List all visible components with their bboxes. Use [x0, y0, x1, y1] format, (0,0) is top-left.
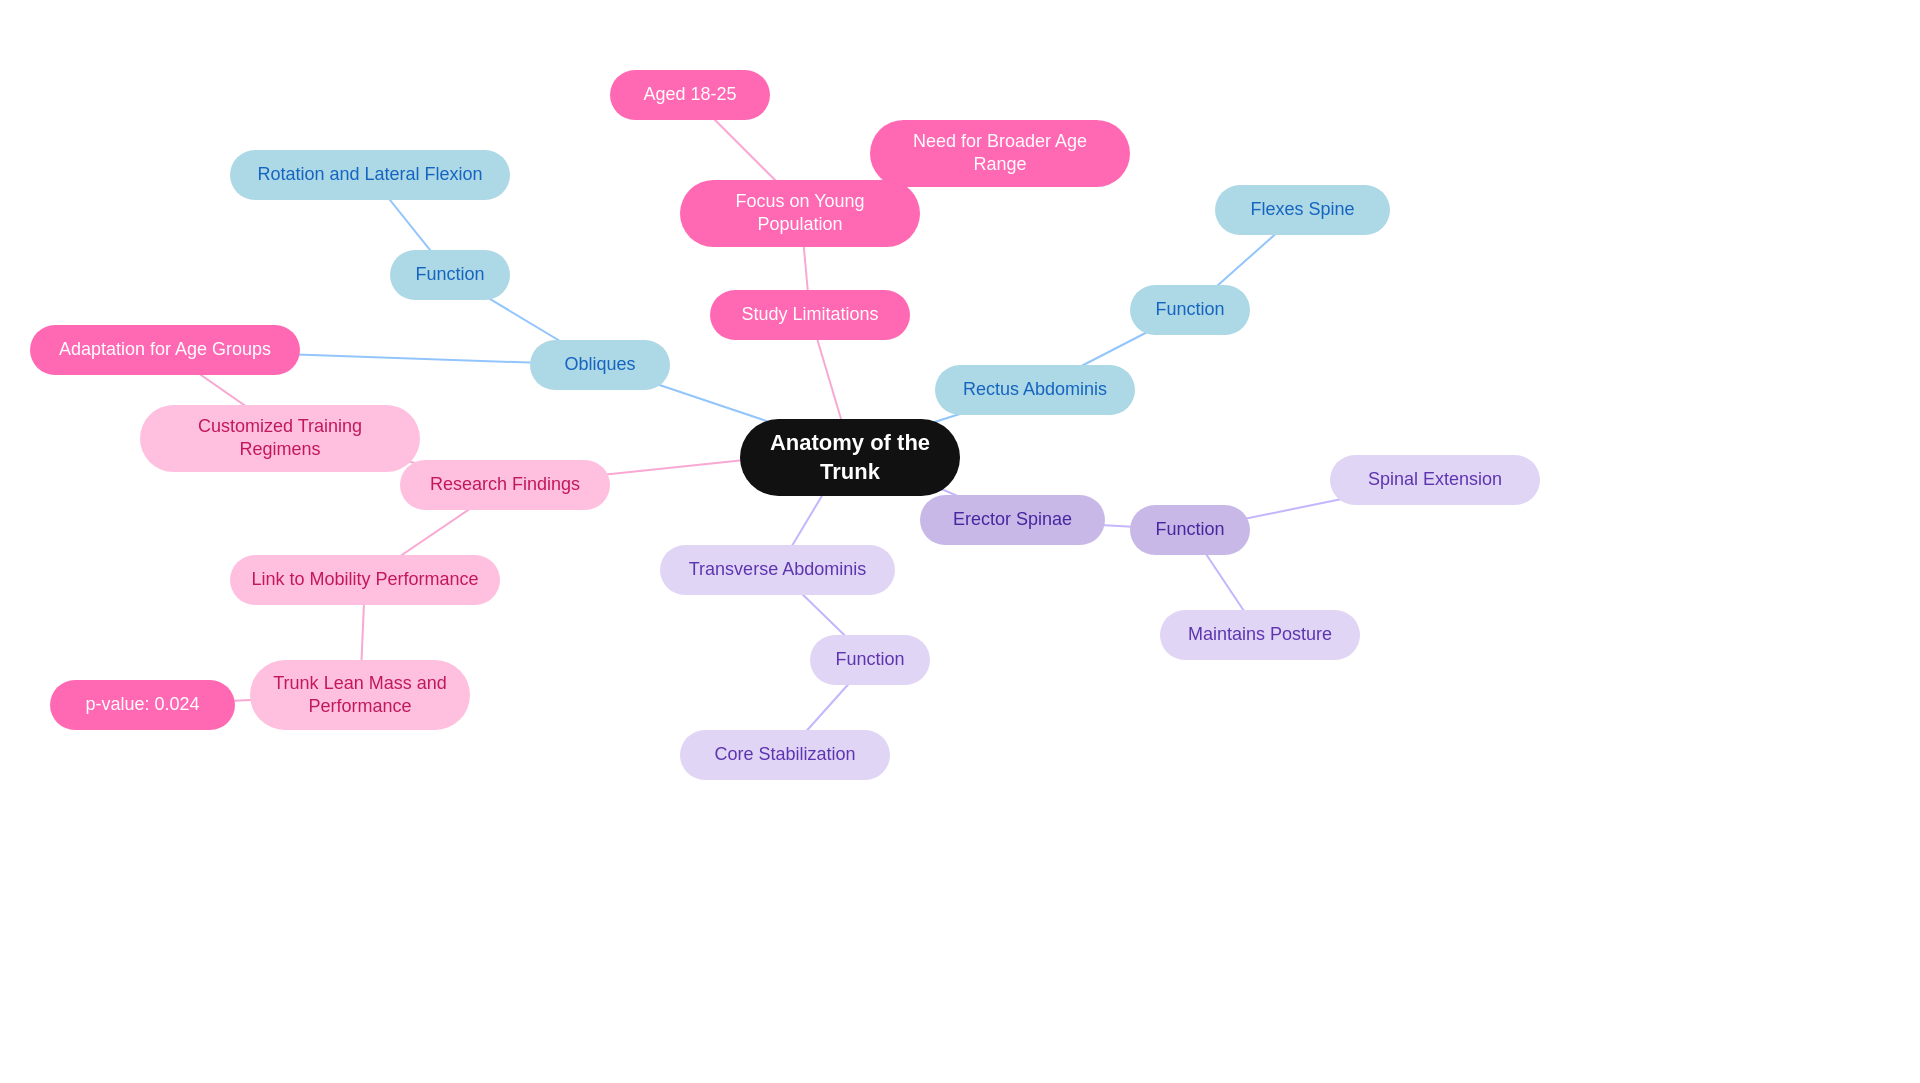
node-aged1825[interactable]: Aged 18-25: [610, 70, 770, 120]
node-adaptAge[interactable]: Adaptation for Age Groups: [30, 325, 300, 375]
node-focusYoung[interactable]: Focus on Young Population: [680, 180, 920, 247]
node-rectusAbdominis[interactable]: Rectus Abdominis: [935, 365, 1135, 415]
node-functionRectus[interactable]: Function: [1130, 285, 1250, 335]
node-functionTransverse[interactable]: Function: [810, 635, 930, 685]
node-erectorSpinae[interactable]: Erector Spinae: [920, 495, 1105, 545]
node-coreStabilization[interactable]: Core Stabilization: [680, 730, 890, 780]
node-pvalue[interactable]: p-value: 0.024: [50, 680, 235, 730]
node-flexesSpine[interactable]: Flexes Spine: [1215, 185, 1390, 235]
node-studyLimitations[interactable]: Study Limitations: [710, 290, 910, 340]
node-obliques[interactable]: Obliques: [530, 340, 670, 390]
mind-map: Anatomy of the Trunk Aged 18-25 Need for B…: [0, 0, 1920, 1083]
node-transverseAbdominis[interactable]: Transverse Abdominis: [660, 545, 895, 595]
node-maintainsPosture[interactable]: Maintains Posture: [1160, 610, 1360, 660]
node-center[interactable]: Anatomy of the Trunk: [740, 419, 960, 496]
node-spinalExtension[interactable]: Spinal Extension: [1330, 455, 1540, 505]
node-linkMobility[interactable]: Link to Mobility Performance: [230, 555, 500, 605]
node-functionErector[interactable]: Function: [1130, 505, 1250, 555]
node-customTraining[interactable]: Customized Training Regimens: [140, 405, 420, 472]
node-researchFindings[interactable]: Research Findings: [400, 460, 610, 510]
node-needBroader[interactable]: Need for Broader Age Range: [870, 120, 1130, 187]
node-trunkLeanMass[interactable]: Trunk Lean Mass and Performance: [250, 660, 470, 730]
node-rotationLateral[interactable]: Rotation and Lateral Flexion: [230, 150, 510, 200]
node-functionObliques[interactable]: Function: [390, 250, 510, 300]
